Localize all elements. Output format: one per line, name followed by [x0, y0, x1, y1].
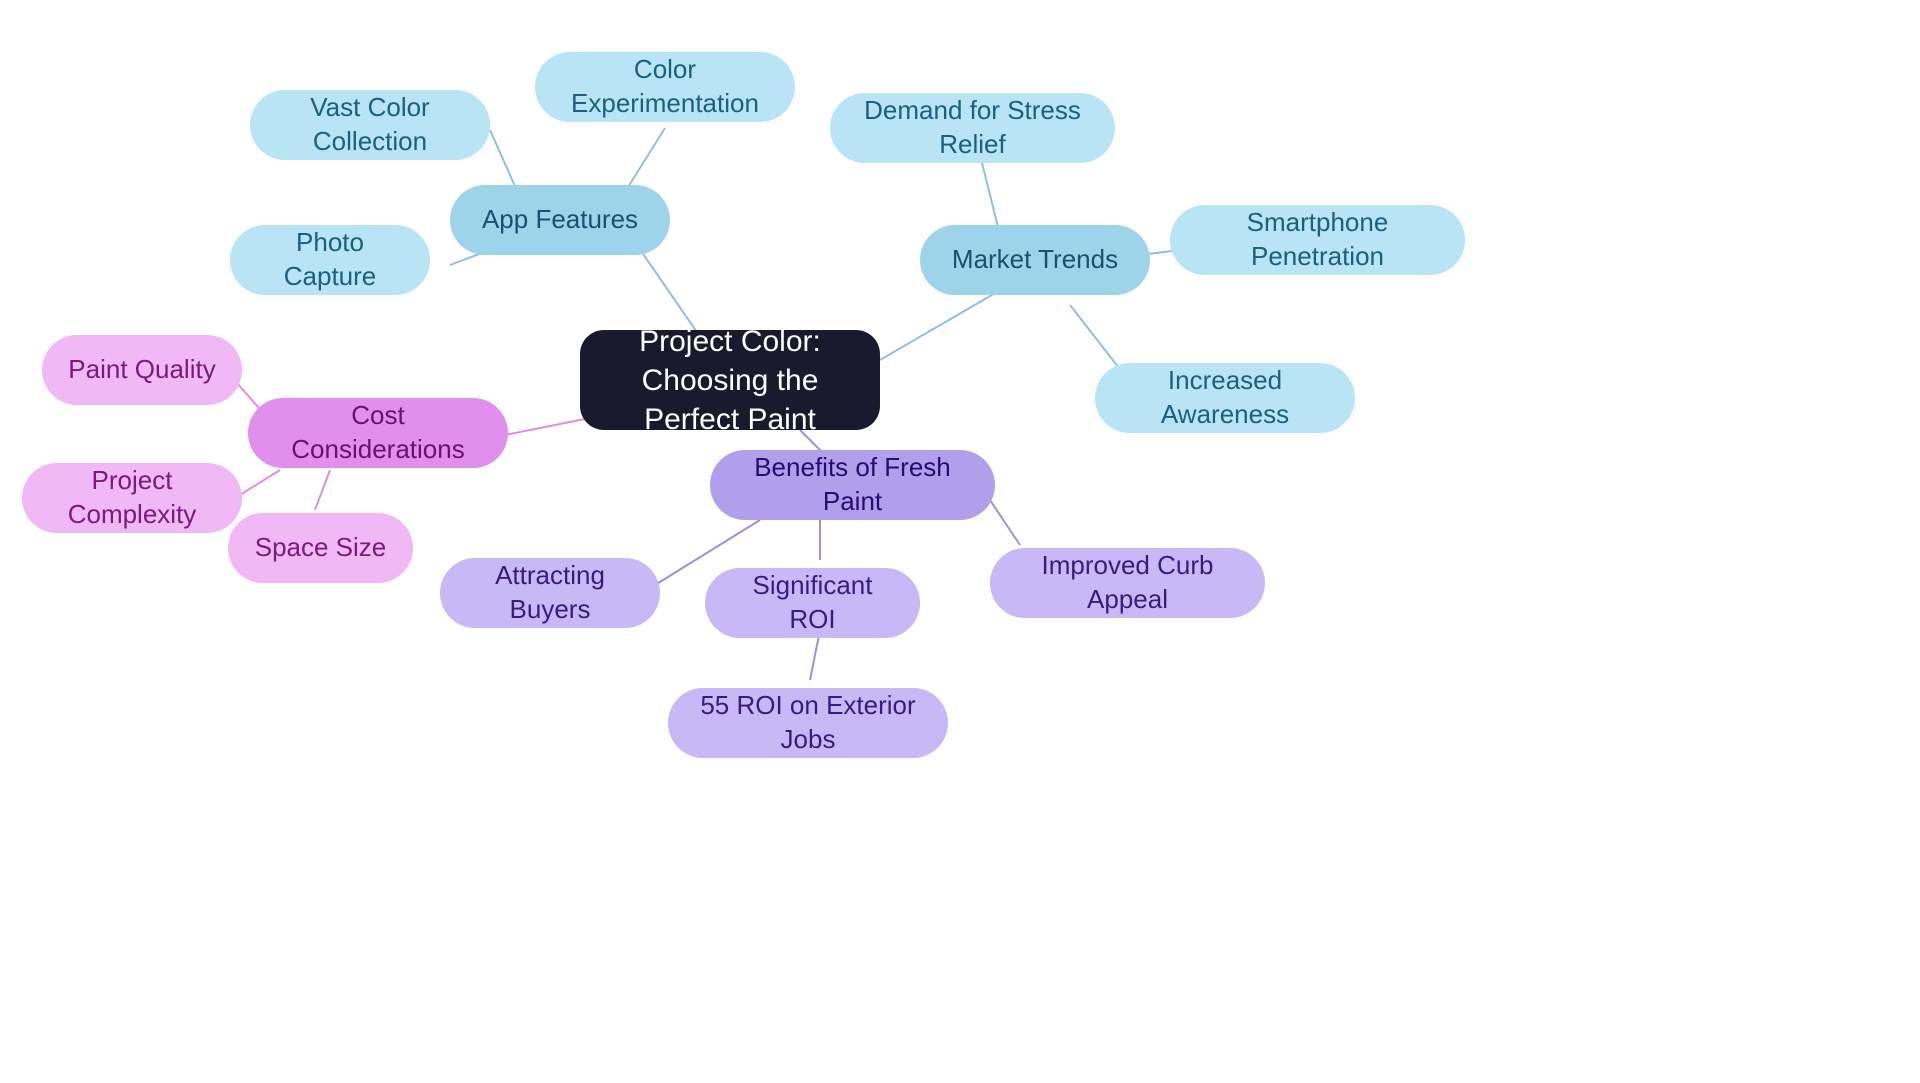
- node-project-complexity[interactable]: Project Complexity: [22, 463, 242, 533]
- node-improved-curb-appeal[interactable]: Improved Curb Appeal: [990, 548, 1265, 618]
- node-cost-considerations[interactable]: Cost Considerations: [248, 398, 508, 468]
- node-photo-capture[interactable]: Photo Capture: [230, 225, 430, 295]
- node-space-size[interactable]: Space Size: [228, 513, 413, 583]
- center-node[interactable]: Project Color: Choosing the Perfect Pain…: [580, 330, 880, 430]
- node-attracting-buyers[interactable]: Attracting Buyers: [440, 558, 660, 628]
- node-market-trends[interactable]: Market Trends: [920, 225, 1150, 295]
- node-roi-exterior[interactable]: 55 ROI on Exterior Jobs: [668, 688, 948, 758]
- node-increased-awareness[interactable]: Increased Awareness: [1095, 363, 1355, 433]
- node-smartphone[interactable]: Smartphone Penetration: [1170, 205, 1465, 275]
- node-demand-stress[interactable]: Demand for Stress Relief: [830, 93, 1115, 163]
- node-paint-quality[interactable]: Paint Quality: [42, 335, 242, 405]
- node-app-features[interactable]: App Features: [450, 185, 670, 255]
- node-significant-roi[interactable]: Significant ROI: [705, 568, 920, 638]
- node-color-experimentation[interactable]: Color Experimentation: [535, 52, 795, 122]
- node-benefits-fresh-paint[interactable]: Benefits of Fresh Paint: [710, 450, 995, 520]
- node-vast-color[interactable]: Vast Color Collection: [250, 90, 490, 160]
